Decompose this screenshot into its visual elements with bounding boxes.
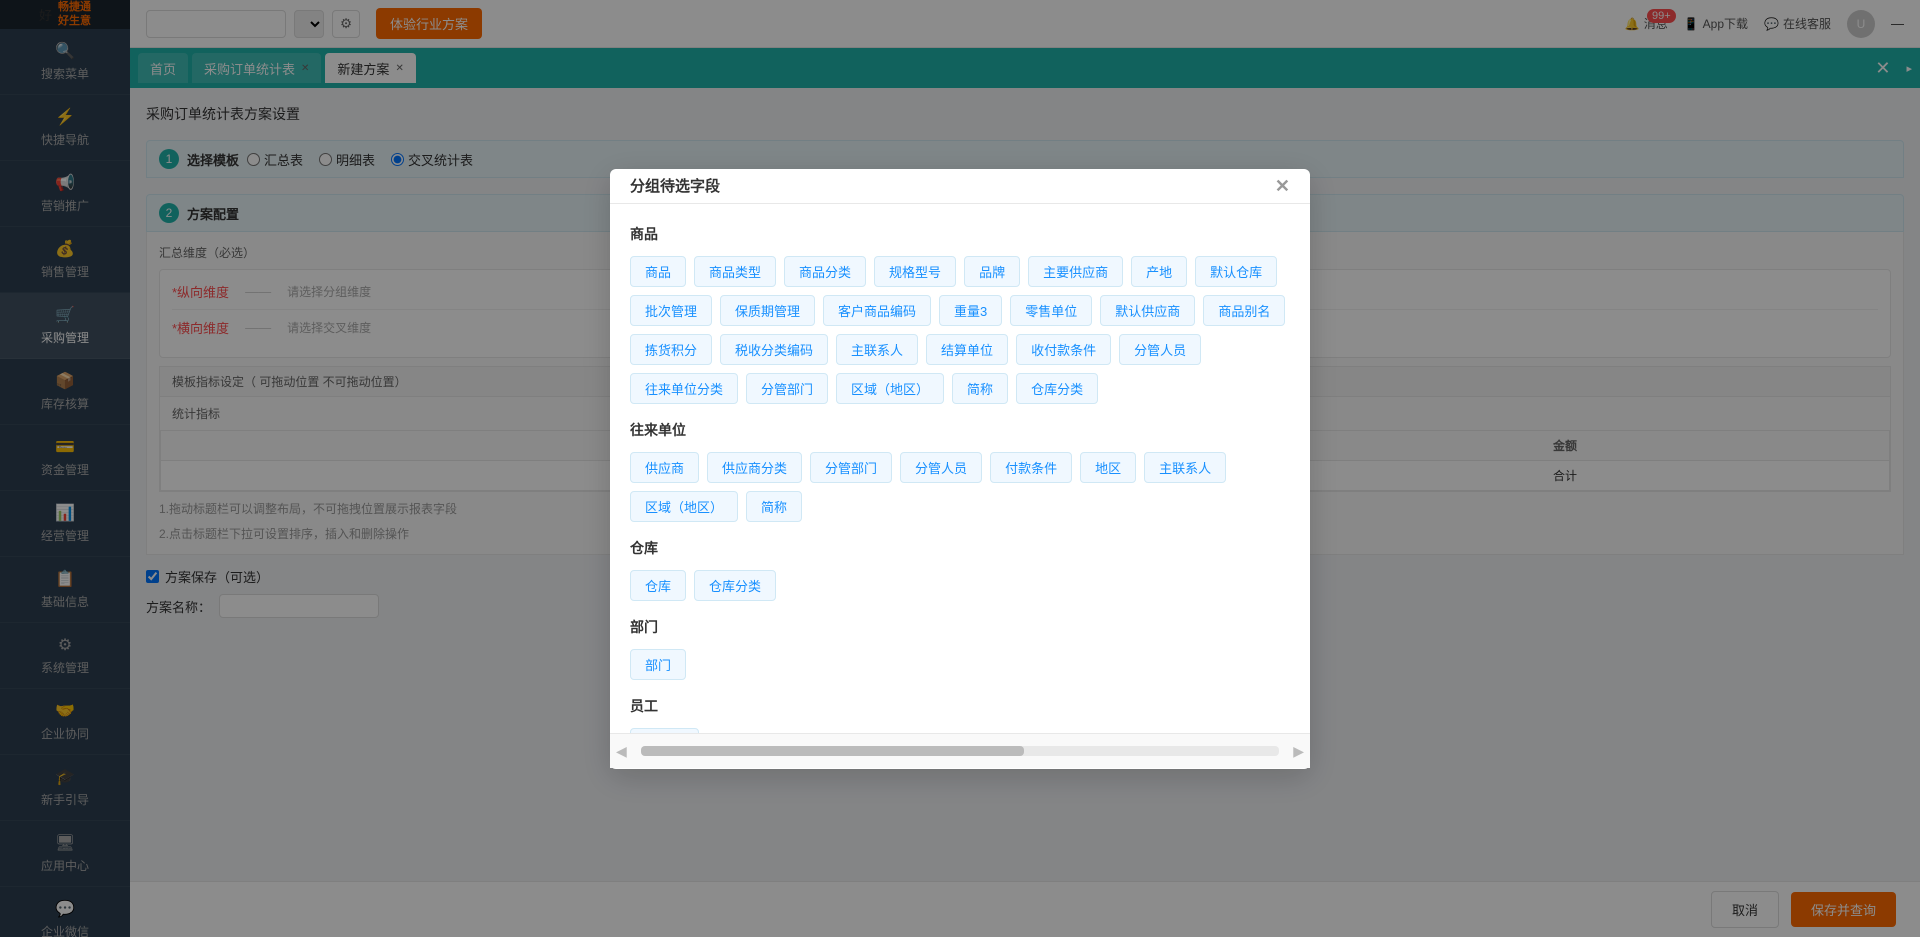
field-chip[interactable]: 部门 (630, 649, 686, 680)
field-chip[interactable]: 地区 (1080, 452, 1136, 483)
field-chip[interactable]: 仓库 (630, 570, 686, 601)
section-title-employee: 员工 (630, 696, 1290, 716)
field-chip[interactable]: 重量3 (939, 295, 1002, 326)
field-chip[interactable]: 商品 (630, 256, 686, 287)
field-chip[interactable]: 规格型号 (874, 256, 956, 287)
field-chip[interactable]: 仓库分类 (1016, 373, 1098, 404)
field-chip[interactable]: 仓库分类 (694, 570, 776, 601)
scrollbar-thumb (641, 746, 1024, 756)
field-chip[interactable]: 主要供应商 (1028, 256, 1123, 287)
field-chip[interactable]: 商品别名 (1203, 295, 1285, 326)
field-chip[interactable]: 供应商分类 (707, 452, 802, 483)
field-grid-dept: 部门 (630, 649, 1290, 680)
field-chip[interactable]: 主联系人 (836, 334, 918, 365)
field-chip[interactable]: 简称 (746, 491, 802, 522)
scroll-left-btn[interactable]: ◀ (610, 743, 633, 760)
field-chip[interactable]: 付款条件 (990, 452, 1072, 483)
field-chip[interactable]: 分管人员 (1119, 334, 1201, 365)
field-chip[interactable]: 拣货积分 (630, 334, 712, 365)
field-chip[interactable]: 客户商品编码 (823, 295, 931, 326)
modal-overlay[interactable]: 分组待选字段 ✕ 商品 商品 商品类型 商品分类 规格型号 品牌 主要供应商 产… (0, 0, 1920, 937)
field-chip[interactable]: 分管人员 (900, 452, 982, 483)
modal-dialog: 分组待选字段 ✕ 商品 商品 商品类型 商品分类 规格型号 品牌 主要供应商 产… (610, 169, 1310, 769)
field-chip[interactable]: 结算单位 (926, 334, 1008, 365)
section-title-warehouse: 仓库 (630, 538, 1290, 558)
section-title-product: 商品 (630, 224, 1290, 244)
field-chip[interactable]: 品牌 (964, 256, 1020, 287)
modal-header: 分组待选字段 ✕ (610, 169, 1310, 205)
field-chip[interactable]: 分管部门 (746, 373, 828, 404)
field-chip[interactable]: 默认仓库 (1195, 256, 1277, 287)
field-chip[interactable]: 保质期管理 (720, 295, 815, 326)
horizontal-scrollbar[interactable] (641, 746, 1279, 756)
modal-close-button[interactable]: ✕ (1275, 177, 1290, 195)
field-chip[interactable]: 批次管理 (630, 295, 712, 326)
section-title-partner: 往来单位 (630, 420, 1290, 440)
field-chip[interactable]: 商品类型 (694, 256, 776, 287)
field-chip[interactable]: 往来单位分类 (630, 373, 738, 404)
field-chip[interactable]: 默认供应商 (1100, 295, 1195, 326)
field-chip[interactable]: 商品分类 (784, 256, 866, 287)
field-chip[interactable]: 区域（地区） (836, 373, 944, 404)
field-chip[interactable]: 收付款条件 (1016, 334, 1111, 365)
field-chip[interactable]: 主联系人 (1144, 452, 1226, 483)
field-chip[interactable]: 分管部门 (810, 452, 892, 483)
field-chip[interactable]: 零售单位 (1010, 295, 1092, 326)
field-grid-partner: 供应商 供应商分类 分管部门 分管人员 付款条件 地区 主联系人 区域（地区） … (630, 452, 1290, 522)
field-chip[interactable]: 产地 (1131, 256, 1187, 287)
field-chip[interactable]: 税收分类编码 (720, 334, 828, 365)
scroll-right-btn[interactable]: ▶ (1287, 743, 1310, 760)
field-grid-product: 商品 商品类型 商品分类 规格型号 品牌 主要供应商 产地 默认仓库 批次管理 … (630, 256, 1290, 404)
modal-footer-scrollbar: ◀ ▶ (610, 733, 1310, 769)
section-title-dept: 部门 (630, 617, 1290, 637)
field-chip[interactable]: 供应商 (630, 452, 699, 483)
field-chip[interactable]: 区域（地区） (630, 491, 738, 522)
modal-body[interactable]: 商品 商品 商品类型 商品分类 规格型号 品牌 主要供应商 产地 默认仓库 批次… (610, 204, 1310, 732)
field-grid-warehouse: 仓库 仓库分类 (630, 570, 1290, 601)
field-chip[interactable]: 简称 (952, 373, 1008, 404)
modal-title: 分组待选字段 (630, 175, 720, 196)
